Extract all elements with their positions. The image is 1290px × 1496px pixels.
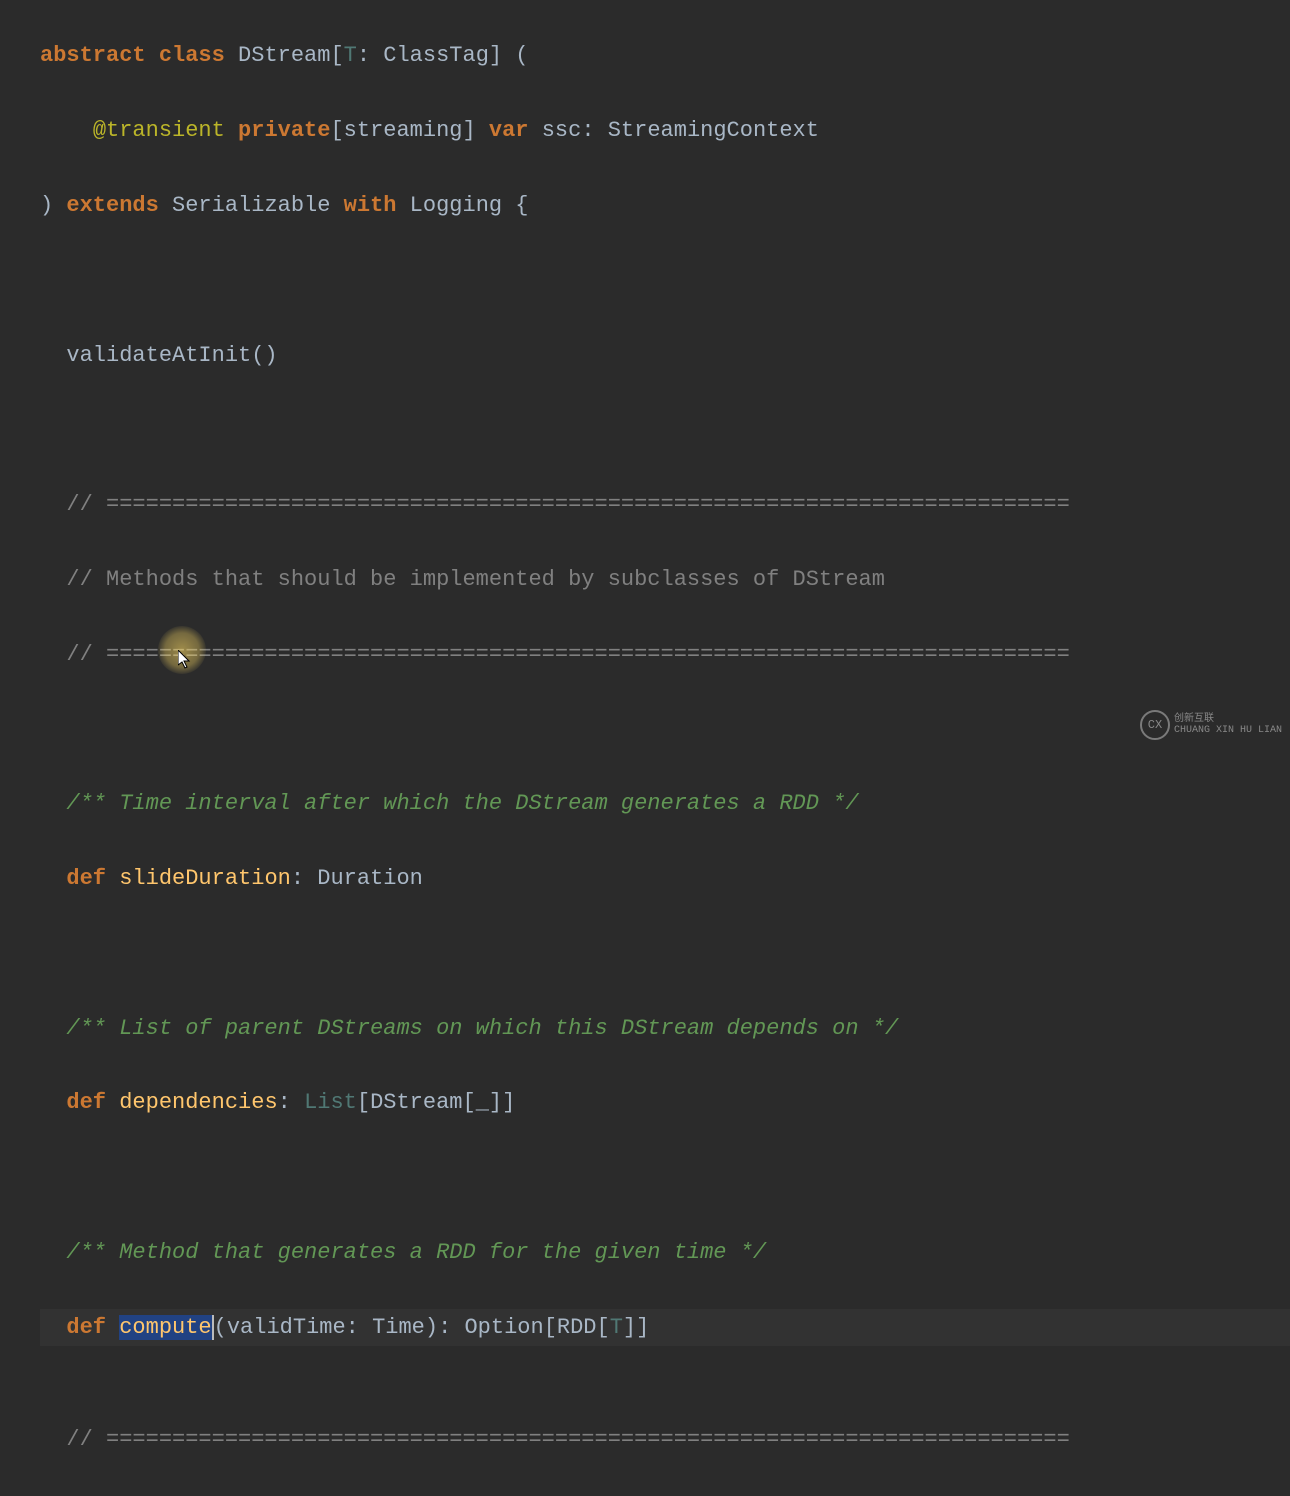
code-line[interactable]: // =====================================… xyxy=(40,1421,1290,1458)
code-line[interactable] xyxy=(40,710,1290,747)
keyword-class: class xyxy=(159,43,225,68)
keyword-def: def xyxy=(66,1315,106,1340)
code-line[interactable]: // Methods that should be implemented by… xyxy=(40,561,1290,598)
code-line[interactable] xyxy=(40,411,1290,448)
comment: // =====================================… xyxy=(40,636,1070,673)
code-line[interactable]: def slideDuration: Duration xyxy=(40,860,1290,897)
comment: // =====================================… xyxy=(40,486,1070,523)
method-call: validateAtInit() xyxy=(40,337,278,374)
watermark-text: 创新互联 CHUANG XIN HU LIAN xyxy=(1174,714,1282,736)
method-name: slideDuration xyxy=(119,866,291,891)
doc-comment: /** Time interval after which the DStrea… xyxy=(40,785,859,822)
code-line[interactable]: // =====================================… xyxy=(40,486,1290,523)
annotation: @transient xyxy=(93,118,225,143)
doc-comment: /** Method that generates a RDD for the … xyxy=(40,1234,766,1271)
class-name: DStream xyxy=(238,43,330,68)
code-line[interactable]: /** Method that generates a RDD for the … xyxy=(40,1234,1290,1271)
type-param: T xyxy=(344,43,357,68)
keyword-def: def xyxy=(66,1090,106,1115)
keyword-var: var xyxy=(489,118,529,143)
code-line-active[interactable]: def compute(validTime: Time): Option[RDD… xyxy=(40,1309,1290,1346)
watermark: CX 创新互联 CHUANG XIN HU LIAN xyxy=(1140,710,1282,740)
code-line[interactable]: // =====================================… xyxy=(40,636,1290,673)
keyword-def: def xyxy=(66,866,106,891)
code-line[interactable]: def dependencies: List[DStream[_]] xyxy=(40,1084,1290,1121)
code-line[interactable] xyxy=(40,935,1290,972)
code-line[interactable]: /** List of parent DStreams on which thi… xyxy=(40,1010,1290,1047)
code-line[interactable]: validateAtInit() xyxy=(40,337,1290,374)
watermark-logo: CX xyxy=(1140,710,1170,740)
code-line[interactable]: abstract class DStream[T: ClassTag] ( xyxy=(40,37,1290,74)
keyword-extends: extends xyxy=(66,193,158,218)
code-line[interactable]: /** Time interval after which the DStrea… xyxy=(40,785,1290,822)
keyword-with: with xyxy=(344,193,397,218)
comment: // =====================================… xyxy=(40,1421,1070,1458)
keyword-abstract: abstract xyxy=(40,43,146,68)
code-line[interactable] xyxy=(40,1159,1290,1196)
code-line[interactable]: @transient private[streaming] var ssc: S… xyxy=(40,112,1290,149)
keyword-private: private xyxy=(238,118,330,143)
code-line[interactable] xyxy=(40,262,1290,299)
code-line[interactable]: ) extends Serializable with Logging { xyxy=(40,187,1290,224)
method-name-selected: compute xyxy=(119,1315,213,1340)
method-name: dependencies xyxy=(119,1090,277,1115)
code-line[interactable] xyxy=(40,1346,1290,1383)
comment: // Methods that should be implemented by… xyxy=(40,561,885,598)
doc-comment: /** List of parent DStreams on which thi… xyxy=(40,1010,898,1047)
